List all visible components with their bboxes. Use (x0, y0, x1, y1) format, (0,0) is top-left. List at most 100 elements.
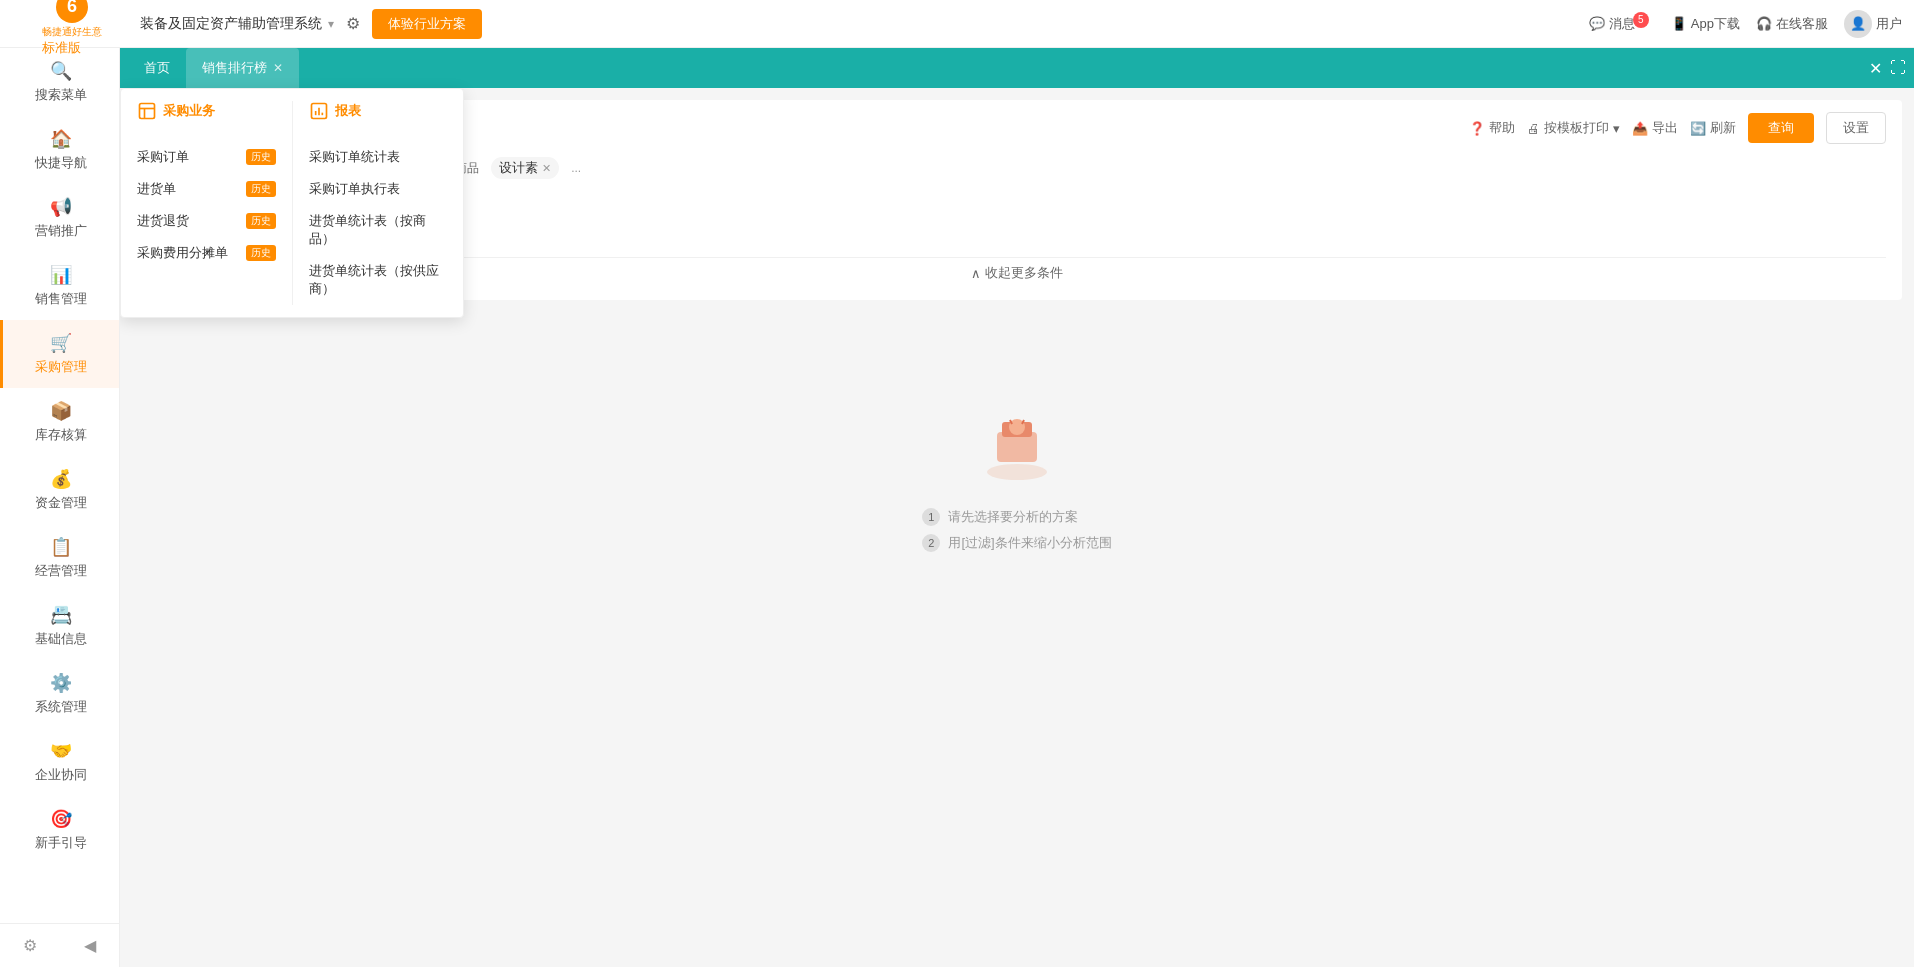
sidebar-item-finance[interactable]: 💰 资金管理 (0, 456, 119, 524)
app-download-btn[interactable]: 📱 App下载 (1671, 15, 1740, 33)
sidebar-item-guide[interactable]: 🎯 新手引导 (0, 796, 119, 864)
industry-btn[interactable]: 体验行业方案 (372, 9, 482, 39)
sidebar-settings-btn[interactable]: ⚙ (23, 936, 37, 955)
sidebar-label-finance: 资金管理 (35, 494, 87, 512)
sidebar-label-marketing: 营销推广 (35, 222, 87, 240)
sidebar-label-guide: 新手引导 (35, 834, 87, 852)
tab-close-all-btn[interactable]: ✕ (1869, 59, 1882, 78)
sidebar-item-basic-info[interactable]: 📇 基础信息 (0, 592, 119, 660)
finance-icon: 💰 (50, 468, 72, 490)
logo-icon: 6 (56, 0, 88, 23)
dropdown-item-report-3[interactable]: 进货单统计表（按商品） (309, 205, 448, 255)
sidebar-item-sales[interactable]: 📊 销售管理 (0, 252, 119, 320)
svg-point-0 (987, 464, 1047, 480)
header-right: 💬 消息 5 📱 App下载 🎧 在线客服 👤 用户 (1589, 10, 1902, 38)
dropdown-item-report-1[interactable]: 采购订单统计表 (309, 141, 448, 173)
top-header: 6 畅捷通好生意标准版 装备及固定资产辅助管理系统 ▾ ⚙ 体验行业方案 💬 消… (0, 0, 1914, 48)
search-icon: 🔍 (50, 60, 72, 82)
print-dropdown-icon: ▾ (1613, 121, 1620, 136)
dropdown-item-goods-in[interactable]: 进货单 历史 (137, 173, 276, 205)
sidebar-item-purchase[interactable]: 🛒 采购管理 (0, 320, 119, 388)
dropdown-item-purchase-expense[interactable]: 采购费用分摊单 历史 (137, 237, 276, 269)
hist-tag-goods-return: 历史 (246, 213, 276, 229)
sidebar-label-nav: 快捷导航 (35, 154, 87, 172)
tab-sales-rank[interactable]: 销售排行榜 ✕ (186, 48, 299, 88)
main-layout: 🔍 搜索菜单 🏠 快捷导航 📢 营销推广 📊 销售管理 🛒 采购管理 📦 库存核… (0, 48, 1914, 967)
sidebar-label-sales: 销售管理 (35, 290, 87, 308)
sidebar-item-system[interactable]: ⚙️ 系统管理 (0, 660, 119, 728)
export-icon: 📤 (1632, 121, 1648, 136)
goods-more-link[interactable]: ... (571, 161, 581, 175)
sidebar-item-collab[interactable]: 🤝 企业协同 (0, 728, 119, 796)
sidebar-item-inventory[interactable]: 📦 库存核算 (0, 388, 119, 456)
empty-tip-2: 2 用[过滤]条件来缩小分析范围 (922, 534, 1111, 552)
tip-num-1: 1 (922, 508, 940, 526)
inventory-icon: 📦 (50, 400, 72, 422)
report-col: 报表 采购订单统计表 采购订单执行表 进货单统计表（按商品） 进货单统计表（按供… (292, 101, 464, 305)
home-icon: 🏠 (50, 128, 72, 150)
dropdown-item-goods-return[interactable]: 进货退货 历史 (137, 205, 276, 237)
purchase-dropdown-menu: 采购业务 采购订单 历史 进货单 历史 进货退货 历史 采购费用分摊单 历史 (120, 88, 464, 318)
tab-home[interactable]: 首页 (128, 48, 186, 88)
collab-icon: 🤝 (50, 740, 72, 762)
hist-tag-purchase-order: 历史 (246, 149, 276, 165)
sidebar-label-inventory: 库存核算 (35, 426, 87, 444)
purchase-business-title: 采购业务 (137, 101, 276, 129)
sidebar-item-marketing[interactable]: 📢 营销推广 (0, 184, 119, 252)
operations-icon: 📋 (50, 536, 72, 558)
basic-info-icon: 📇 (50, 604, 72, 626)
settings-btn[interactable]: 设置 (1826, 112, 1886, 144)
message-icon: 💬 (1589, 16, 1605, 31)
sidebar-item-search[interactable]: 🔍 搜索菜单 (0, 48, 119, 116)
help-btn[interactable]: ❓ 帮助 (1469, 119, 1515, 137)
purchase-icon: 🛒 (50, 332, 72, 354)
report-title: 报表 (309, 101, 448, 129)
logo-tagline: 畅捷通好生意标准版 (42, 25, 102, 57)
refresh-btn[interactable]: 🔄 刷新 (1690, 119, 1736, 137)
refresh-icon: 🔄 (1690, 121, 1706, 136)
tab-bar: 首页 销售排行榜 ✕ ✕ ⛶ (120, 48, 1914, 88)
query-btn[interactable]: 查询 (1748, 113, 1814, 143)
sidebar-item-operations[interactable]: 📋 经营管理 (0, 524, 119, 592)
message-btn[interactable]: 💬 消息 5 (1589, 15, 1655, 33)
export-btn[interactable]: 📤 导出 (1632, 119, 1678, 137)
sidebar: 🔍 搜索菜单 🏠 快捷导航 📢 营销推广 📊 销售管理 🛒 采购管理 📦 库存核… (0, 48, 120, 967)
empty-tips: 1 请先选择要分析的方案 2 用[过滤]条件来缩小分析范围 (922, 508, 1111, 552)
system-icon: ⚙️ (50, 672, 72, 694)
sidebar-item-nav[interactable]: 🏠 快捷导航 (0, 116, 119, 184)
tab-close-btn[interactable]: ✕ (273, 61, 283, 75)
tab-expand-btn[interactable]: ⛶ (1890, 59, 1906, 78)
phone-icon: 📱 (1671, 16, 1687, 31)
tip-num-2: 2 (922, 534, 940, 552)
dropdown-item-purchase-order[interactable]: 采购订单 历史 (137, 141, 276, 173)
empty-illustration (967, 392, 1067, 492)
system-title-dropdown[interactable]: ▾ (328, 17, 334, 31)
dropdown-item-report-4[interactable]: 进货单统计表（按供应商） (309, 255, 448, 305)
avatar: 👤 (1844, 10, 1872, 38)
goods-tag: 设计素 ✕ (491, 157, 559, 179)
sidebar-label-basic-info: 基础信息 (35, 630, 87, 648)
online-service-btn[interactable]: 🎧 在线客服 (1756, 15, 1828, 33)
sidebar-label-purchase: 采购管理 (35, 358, 87, 376)
system-settings-icon[interactable]: ⚙ (346, 14, 360, 33)
tab-bar-actions: ✕ ⛶ (1869, 59, 1906, 78)
marketing-icon: 📢 (50, 196, 72, 218)
dropdown-item-report-2[interactable]: 采购订单执行表 (309, 173, 448, 205)
print-icon: 🖨 (1527, 121, 1540, 136)
print-btn[interactable]: 🖨 按模板打印 ▾ (1527, 119, 1620, 137)
empty-tip-1: 1 请先选择要分析的方案 (922, 508, 1111, 526)
goods-tag-close[interactable]: ✕ (542, 162, 551, 175)
user-btn[interactable]: 👤 用户 (1844, 10, 1902, 38)
sidebar-collapse-btn[interactable]: ◀ (84, 936, 96, 955)
collapse-icon: ∧ (971, 266, 981, 281)
help-icon: ❓ (1469, 121, 1485, 136)
sidebar-label-operations: 经营管理 (35, 562, 87, 580)
headset-icon: 🎧 (1756, 16, 1772, 31)
sidebar-label-collab: 企业协同 (35, 766, 87, 784)
svg-rect-6 (140, 104, 155, 119)
hist-tag-purchase-expense: 历史 (246, 245, 276, 261)
sales-icon: 📊 (50, 264, 72, 286)
empty-state: 1 请先选择要分析的方案 2 用[过滤]条件来缩小分析范围 (132, 312, 1902, 632)
logo-area: 6 畅捷通好生意标准版 (12, 0, 132, 57)
sidebar-label-system: 系统管理 (35, 698, 87, 716)
